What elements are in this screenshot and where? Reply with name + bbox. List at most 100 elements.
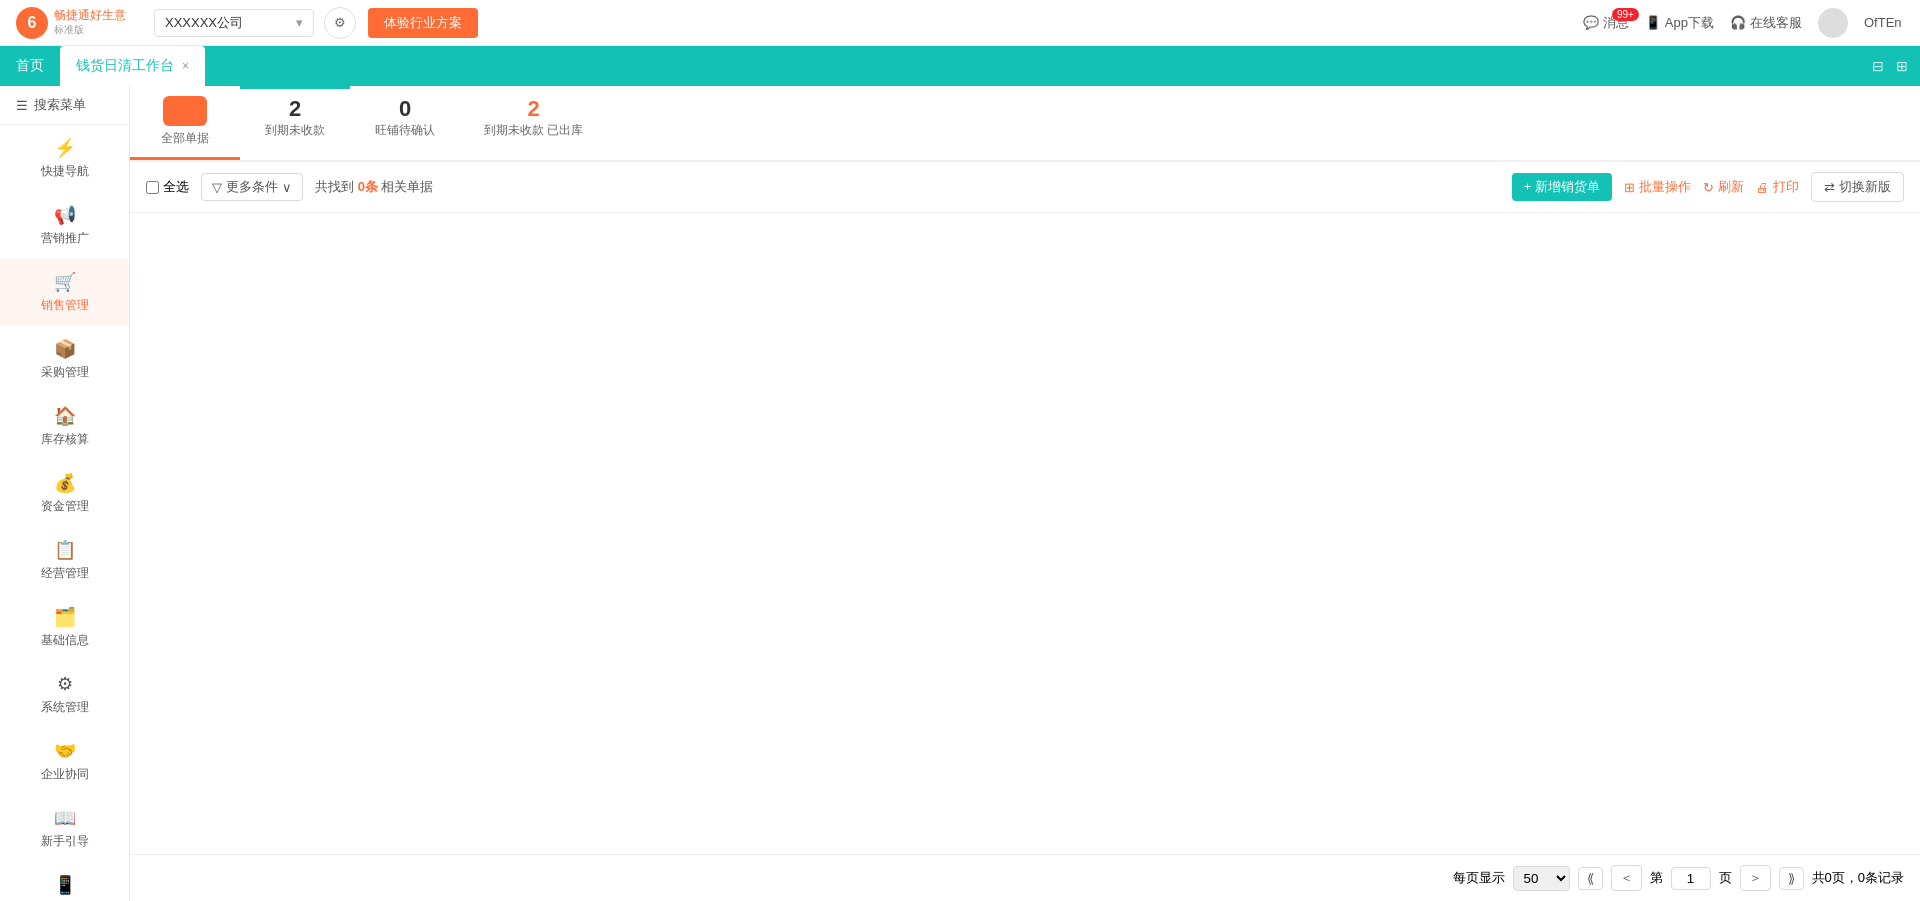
stats-tabs: 2 全部单据 2 到期未收款 0 旺铺待确认 2 到期未收款 已出库 xyxy=(130,86,1920,162)
select-all-input[interactable] xyxy=(146,181,159,194)
inventory-label: 库存核算 xyxy=(41,431,89,448)
settings-icon-btn[interactable]: ⚙ xyxy=(324,7,356,39)
stat-tab-wangpu[interactable]: 0 旺铺待确认 xyxy=(350,86,460,160)
content-area: 2 全部单据 2 到期未收款 0 旺铺待确认 2 到期未收款 已出库 xyxy=(130,86,1920,901)
last-page-btn[interactable]: ⟫ xyxy=(1779,867,1804,890)
guide-icon: 📖 xyxy=(54,807,76,829)
table-area xyxy=(130,213,1920,854)
switch-label: 切换新版 xyxy=(1839,178,1891,196)
refresh-button[interactable]: ↻ 刷新 xyxy=(1703,178,1744,196)
prev-page-btn[interactable]: ＜ xyxy=(1611,865,1642,891)
sidebar-item-finance[interactable]: 💰 资金管理 xyxy=(0,460,129,527)
search-menu-icon: ☰ xyxy=(16,98,28,113)
refresh-icon: ↻ xyxy=(1703,180,1714,195)
online-service-button[interactable]: 🎧 在线客服 xyxy=(1730,14,1802,32)
tab-minimize-icon[interactable]: ⊟ xyxy=(1872,58,1884,74)
sidebar-item-purchase[interactable]: 📦 采购管理 xyxy=(0,326,129,393)
online-service-label: 在线客服 xyxy=(1750,14,1802,32)
first-page-btn[interactable]: ⟪ xyxy=(1578,867,1603,890)
sidebar: ☰ 搜索菜单 ⚡ 快捷导航 📢 营销推广 🛒 销售管理 📦 采购管理 🏠 库存核… xyxy=(0,86,130,901)
per-page-label: 每页显示 xyxy=(1453,869,1505,887)
print-button[interactable]: 🖨 打印 xyxy=(1756,178,1799,196)
select-all-label: 全选 xyxy=(163,178,189,196)
trial-button[interactable]: 体验行业方案 xyxy=(368,8,478,38)
avatar[interactable] xyxy=(1818,8,1848,38)
filter-button[interactable]: ▽ 更多条件 ∨ xyxy=(201,173,303,201)
system-icon: ⚙ xyxy=(57,673,73,695)
logo-icon: 6 xyxy=(16,7,48,39)
print-label: 打印 xyxy=(1773,178,1799,196)
stat-all-num: 2 xyxy=(179,98,191,123)
select-all-checkbox[interactable]: 全选 xyxy=(146,178,189,196)
stat-tab-all[interactable]: 2 全部单据 xyxy=(130,86,240,160)
sidebar-item-guide[interactable]: 📖 新手引导 xyxy=(0,795,129,862)
sidebar-item-search-menu[interactable]: ☰ 搜索菜单 xyxy=(0,86,129,125)
sidebar-item-system[interactable]: ⚙ 系统管理 xyxy=(0,661,129,728)
filter-icon: ▽ xyxy=(212,180,222,195)
total-info: 共0页，0条记录 xyxy=(1812,869,1904,887)
stat-tab-overdue-shipped[interactable]: 2 到期未收款 已出库 xyxy=(460,86,607,160)
refresh-label: 刷新 xyxy=(1718,178,1744,196)
sidebar-item-basic-info[interactable]: 🗂️ 基础信息 xyxy=(0,594,129,661)
quick-nav-icon: ⚡ xyxy=(54,137,76,159)
app-center-icon: 📱 xyxy=(54,874,76,896)
logo-badge: 标准版 xyxy=(54,23,126,37)
stat-wangpu-label: 旺铺待确认 xyxy=(375,122,435,139)
purchase-icon: 📦 xyxy=(54,338,76,360)
tab-expand-icon[interactable]: ⊞ xyxy=(1896,58,1908,74)
active-tab-label: 钱货日清工作台 xyxy=(76,57,174,75)
finance-label: 资金管理 xyxy=(41,498,89,515)
tab-actions: ⊟ ⊞ xyxy=(1872,58,1920,74)
tab-close-icon[interactable]: × xyxy=(182,59,189,73)
sidebar-item-sales[interactable]: 🛒 销售管理 xyxy=(0,259,129,326)
print-icon: 🖨 xyxy=(1756,180,1769,195)
switch-icon: ⇄ xyxy=(1824,180,1835,195)
basic-info-icon: 🗂️ xyxy=(54,606,76,628)
filter-label: 更多条件 xyxy=(226,178,278,196)
stat-overdue-shipped-num: 2 xyxy=(528,96,540,122)
operations-icon: 📋 xyxy=(54,539,76,561)
message-button[interactable]: 💬 消息 99+ xyxy=(1583,14,1629,32)
chevron-down-icon: ∨ xyxy=(282,180,292,195)
add-sales-order-button[interactable]: + 新增销货单 xyxy=(1512,173,1612,201)
per-page-select[interactable]: 50 20 100 xyxy=(1513,866,1570,891)
company-selector[interactable]: XXXXXX公司 ▾ xyxy=(154,9,314,37)
result-prefix: 共找到 xyxy=(315,179,354,194)
result-suffix: 相关单据 xyxy=(381,179,433,194)
stat-overdue-shipped-label: 到期未收款 已出库 xyxy=(484,122,583,139)
sidebar-item-app-center[interactable]: 📱 应用中心 xyxy=(0,862,129,901)
message-icon: 💬 xyxy=(1583,15,1599,30)
result-text: 共找到 0条 相关单据 xyxy=(315,178,433,196)
switch-version-button[interactable]: ⇄ 切换新版 xyxy=(1811,172,1904,202)
logo-area: 6 畅捷通好生意 标准版 xyxy=(16,7,146,39)
marketing-icon: 📢 xyxy=(54,204,76,226)
gear-icon: ⚙ xyxy=(334,15,346,30)
sidebar-item-enterprise[interactable]: 🤝 企业协同 xyxy=(0,728,129,795)
stat-tab-overdue[interactable]: 2 到期未收款 xyxy=(240,86,350,160)
app-download-button[interactable]: 📱 App下载 xyxy=(1645,14,1714,32)
finance-icon: 💰 xyxy=(54,472,76,494)
tab-active[interactable]: 钱货日清工作台 × xyxy=(60,46,205,86)
user-name: OfTEn xyxy=(1864,8,1904,38)
sidebar-item-marketing[interactable]: 📢 营销推广 xyxy=(0,192,129,259)
batch-operation-button[interactable]: ⊞ 批量操作 xyxy=(1624,178,1691,196)
app-download-label: App下载 xyxy=(1665,14,1714,32)
page-suffix: 页 xyxy=(1719,869,1732,887)
sales-label: 销售管理 xyxy=(41,297,89,314)
tab-bar: 首页 钱货日清工作台 × ⊟ ⊞ xyxy=(0,46,1920,86)
company-name: XXXXXX公司 xyxy=(165,14,288,32)
quick-nav-label: 快捷导航 xyxy=(41,163,89,180)
page-input[interactable] xyxy=(1671,867,1711,890)
sidebar-item-quick-nav[interactable]: ⚡ 快捷导航 xyxy=(0,125,129,192)
stat-wangpu-num: 0 xyxy=(399,96,411,122)
batch-label: 批量操作 xyxy=(1639,178,1691,196)
guide-label: 新手引导 xyxy=(41,833,89,850)
search-menu-label: 搜索菜单 xyxy=(34,96,86,114)
result-count: 0条 xyxy=(358,179,378,194)
next-page-btn[interactable]: ＞ xyxy=(1740,865,1771,891)
sidebar-item-operations[interactable]: 📋 经营管理 xyxy=(0,527,129,594)
sidebar-item-inventory[interactable]: 🏠 库存核算 xyxy=(0,393,129,460)
enterprise-label: 企业协同 xyxy=(41,766,89,783)
tab-home[interactable]: 首页 xyxy=(0,46,60,86)
page-label: 第 xyxy=(1650,869,1663,887)
